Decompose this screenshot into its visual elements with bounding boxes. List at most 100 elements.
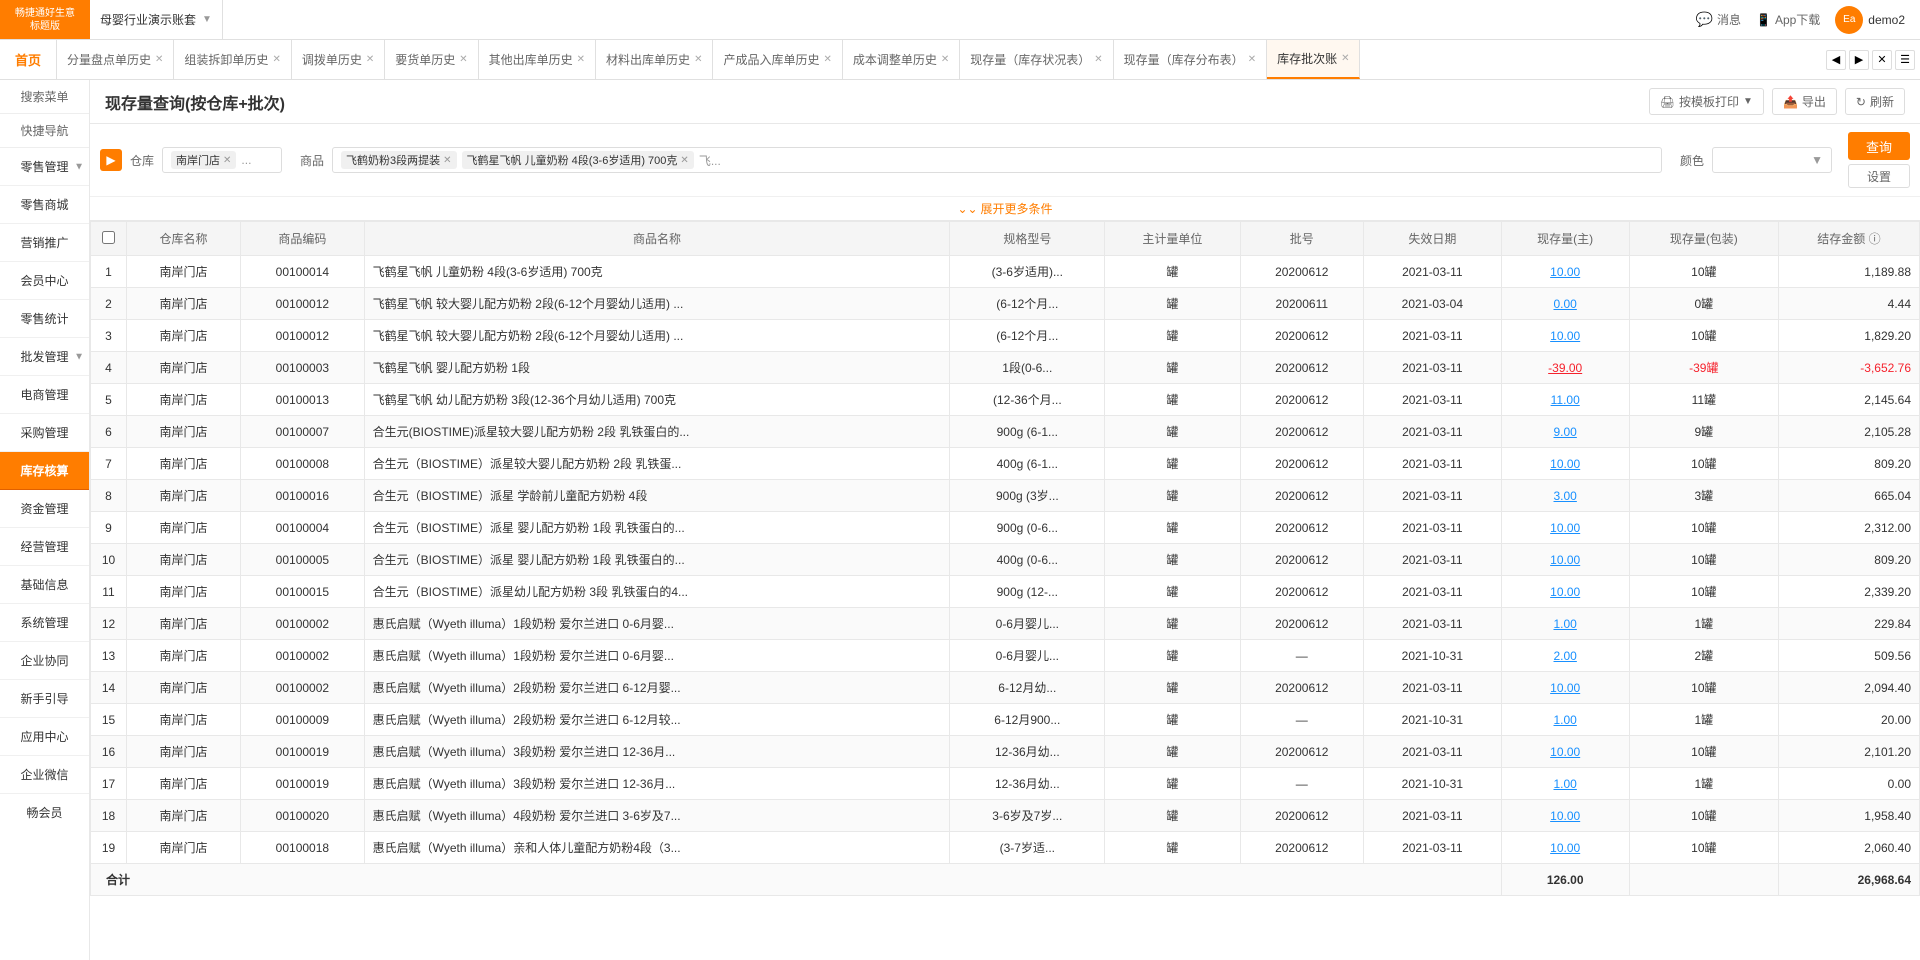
expand-more-conditions[interactable]: ⌄⌄ 展开更多条件 <box>90 196 1920 220</box>
cell-stock-main[interactable]: 10.00 <box>1501 544 1629 576</box>
sidebar-item-finance[interactable]: 资金管理 <box>0 490 89 528</box>
tab-close-icon[interactable]: ✕ <box>823 54 831 65</box>
cell-expire: 2021-03-11 <box>1364 800 1502 832</box>
cell-stock-main[interactable]: 10.00 <box>1501 576 1629 608</box>
select-all-checkbox[interactable] <box>102 231 115 244</box>
sidebar-item-system[interactable]: 系统管理 <box>0 604 89 642</box>
sidebar-item-apps[interactable]: 应用中心 <box>0 718 89 756</box>
account-selector[interactable]: 母婴行业演示账套 ▼ <box>90 0 223 39</box>
tab-close-icon[interactable]: ✕ <box>366 54 374 65</box>
app-download-btn[interactable]: 📱 App下载 <box>1756 11 1820 28</box>
cell-amount: 809.20 <box>1778 448 1919 480</box>
cell-stock-main[interactable]: 1.00 <box>1501 608 1629 640</box>
message-btn[interactable]: 💬 消息 <box>1696 11 1741 28</box>
tag-close-icon[interactable]: ✕ <box>223 155 231 166</box>
sidebar-item-ops[interactable]: 经营管理 <box>0 528 89 566</box>
cell-stock-main[interactable]: 3.00 <box>1501 480 1629 512</box>
sidebar-item-guide[interactable]: 新手引导 <box>0 680 89 718</box>
tab-close-icon[interactable]: ✕ <box>941 54 949 65</box>
tab-batch-account[interactable]: 库存批次账 ✕ <box>1267 40 1360 79</box>
warehouse-filter-input[interactable]: 南岸门店 ✕ ... <box>162 147 282 173</box>
sidebar-item-marketing[interactable]: 营销推广 <box>0 224 89 262</box>
tab-close-icon[interactable]: ✕ <box>1248 54 1256 65</box>
tab-material-out[interactable]: 材料出库单历史 ✕ <box>596 40 713 79</box>
tab-close-icon[interactable]: ✕ <box>1094 54 1102 65</box>
cell-stock-main[interactable]: 10.00 <box>1501 512 1629 544</box>
cell-stock-main[interactable]: 10.00 <box>1501 320 1629 352</box>
sidebar-item-corp-wechat[interactable]: 企业微信 <box>0 756 89 794</box>
cell-stock-main[interactable]: 10.00 <box>1501 736 1629 768</box>
product-filter-input[interactable]: 飞鹤奶粉3段两提装 ✕ 飞鹤星飞帆 儿童奶粉 4段(3-6岁适用) 700克 ✕… <box>332 147 1662 173</box>
cell-name: 惠氏启赋（Wyeth illuma）1段奶粉 爱尔兰进口 0-6月婴... <box>364 608 950 640</box>
template-print-btn[interactable]: 🖨 按模板打印 ▼ <box>1649 88 1764 115</box>
tag-close-icon[interactable]: ✕ <box>680 155 688 166</box>
cell-stock-main[interactable]: 10.00 <box>1501 800 1629 832</box>
cell-unit: 罐 <box>1105 768 1240 800</box>
tab-product-in[interactable]: 产成品入库单历史 ✕ <box>713 40 842 79</box>
tab-other-out[interactable]: 其他出库单历史 ✕ <box>479 40 596 79</box>
th-unit: 主计量单位 <box>1105 222 1240 256</box>
tag-close-icon[interactable]: ✕ <box>443 155 451 166</box>
sidebar-item-purchase[interactable]: 采购管理 <box>0 414 89 452</box>
cell-stock-main[interactable]: 10.00 <box>1501 832 1629 864</box>
query-btn[interactable]: 查询 <box>1848 132 1910 160</box>
cell-stock-main[interactable]: 1.00 <box>1501 768 1629 800</box>
cell-stock-pack: 10罐 <box>1629 736 1778 768</box>
tab-stock-dist[interactable]: 现存量（库存分布表） ✕ <box>1114 40 1267 79</box>
cell-stock-main[interactable]: 10.00 <box>1501 448 1629 480</box>
cell-stock-main[interactable]: 9.00 <box>1501 416 1629 448</box>
tab-home[interactable]: 首页 <box>0 40 57 79</box>
tab-stock-status[interactable]: 现存量（库存状况表） ✕ <box>960 40 1113 79</box>
expand-arrow-btn[interactable]: ▶ <box>100 149 122 171</box>
cell-stock-main[interactable]: 2.00 <box>1501 640 1629 672</box>
tab-close-icon[interactable]: ✕ <box>1341 53 1349 64</box>
th-checkbox[interactable] <box>91 222 127 256</box>
cell-stock-main[interactable]: -39.00 <box>1501 352 1629 384</box>
sidebar-item-basic[interactable]: 基础信息 <box>0 566 89 604</box>
sidebar-item-retail-mall[interactable]: 零售商城 <box>0 186 89 224</box>
refresh-btn[interactable]: ↻ 刷新 <box>1845 88 1905 115</box>
cell-stock-pack: 1罐 <box>1629 704 1778 736</box>
tab-close-icon[interactable]: ✕ <box>155 54 163 65</box>
cell-code: 00100016 <box>241 480 365 512</box>
tab-disassemble[interactable]: 组装拆卸单历史 ✕ <box>174 40 291 79</box>
sidebar-item-inventory[interactable]: 库存核算 <box>0 452 89 490</box>
tab-close-icon[interactable]: ✕ <box>694 54 702 65</box>
sidebar-item-enterprise[interactable]: 企业协同 <box>0 642 89 680</box>
sidebar-item-retail[interactable]: 零售管理 ▼ <box>0 148 89 186</box>
tab-close-icon[interactable]: ✕ <box>459 54 467 65</box>
sidebar-search[interactable]: 搜索菜单 <box>0 80 89 114</box>
sidebar-item-member[interactable]: 会员中心 <box>0 262 89 300</box>
sidebar-quicknav[interactable]: 快捷导航 <box>0 114 89 148</box>
tab-transfer[interactable]: 调拨单历史 ✕ <box>292 40 385 79</box>
tab-close-icon[interactable]: ✕ <box>577 54 585 65</box>
cell-stock-main[interactable]: 11.00 <box>1501 384 1629 416</box>
cell-stock-main[interactable]: 0.00 <box>1501 288 1629 320</box>
cell-batch: 20200612 <box>1240 672 1364 704</box>
cell-stock-main[interactable]: 1.00 <box>1501 704 1629 736</box>
th-code: 商品编码 <box>241 222 365 256</box>
tabs-close-all-btn[interactable]: ✕ <box>1872 50 1892 70</box>
tabs-next-btn[interactable]: ▶ <box>1849 50 1869 70</box>
export-btn[interactable]: 📤 导出 <box>1772 88 1837 115</box>
setting-btn[interactable]: 设置 <box>1848 164 1910 188</box>
print-icon: 🖨 <box>1660 95 1675 109</box>
tab-close-icon[interactable]: ✕ <box>272 54 280 65</box>
cell-name: 合生元（BIOSTIME）派星 婴儿配方奶粉 1段 乳铁蛋白的... <box>364 544 950 576</box>
tab-split-inventory[interactable]: 分量盘点单历史 ✕ <box>57 40 174 79</box>
sidebar-item-ecommerce[interactable]: 电商管理 <box>0 376 89 414</box>
tab-requisition[interactable]: 要货单历史 ✕ <box>385 40 478 79</box>
color-filter-input[interactable]: ▼ <box>1712 147 1832 173</box>
cell-expire: 2021-03-11 <box>1364 416 1502 448</box>
tabs-prev-btn[interactable]: ◀ <box>1826 50 1846 70</box>
sidebar-item-wholesale[interactable]: 批发管理 ▼ <box>0 338 89 376</box>
tabs-menu-btn[interactable]: ☰ <box>1895 50 1915 70</box>
sidebar-item-stats[interactable]: 零售统计 <box>0 300 89 338</box>
cell-stock-main[interactable]: 10.00 <box>1501 672 1629 704</box>
cell-spec: (12-36个月... <box>950 384 1105 416</box>
sidebar-item-member2[interactable]: 畅会员 <box>0 794 89 831</box>
cell-stock-main[interactable]: 10.00 <box>1501 256 1629 288</box>
table-row: 1 南岸门店 00100014 飞鹤星飞帆 儿童奶粉 4段(3-6岁适用) 70… <box>91 256 1920 288</box>
user-area[interactable]: Ea demo2 <box>1835 6 1905 34</box>
tab-cost-adjust[interactable]: 成本调整单历史 ✕ <box>843 40 960 79</box>
